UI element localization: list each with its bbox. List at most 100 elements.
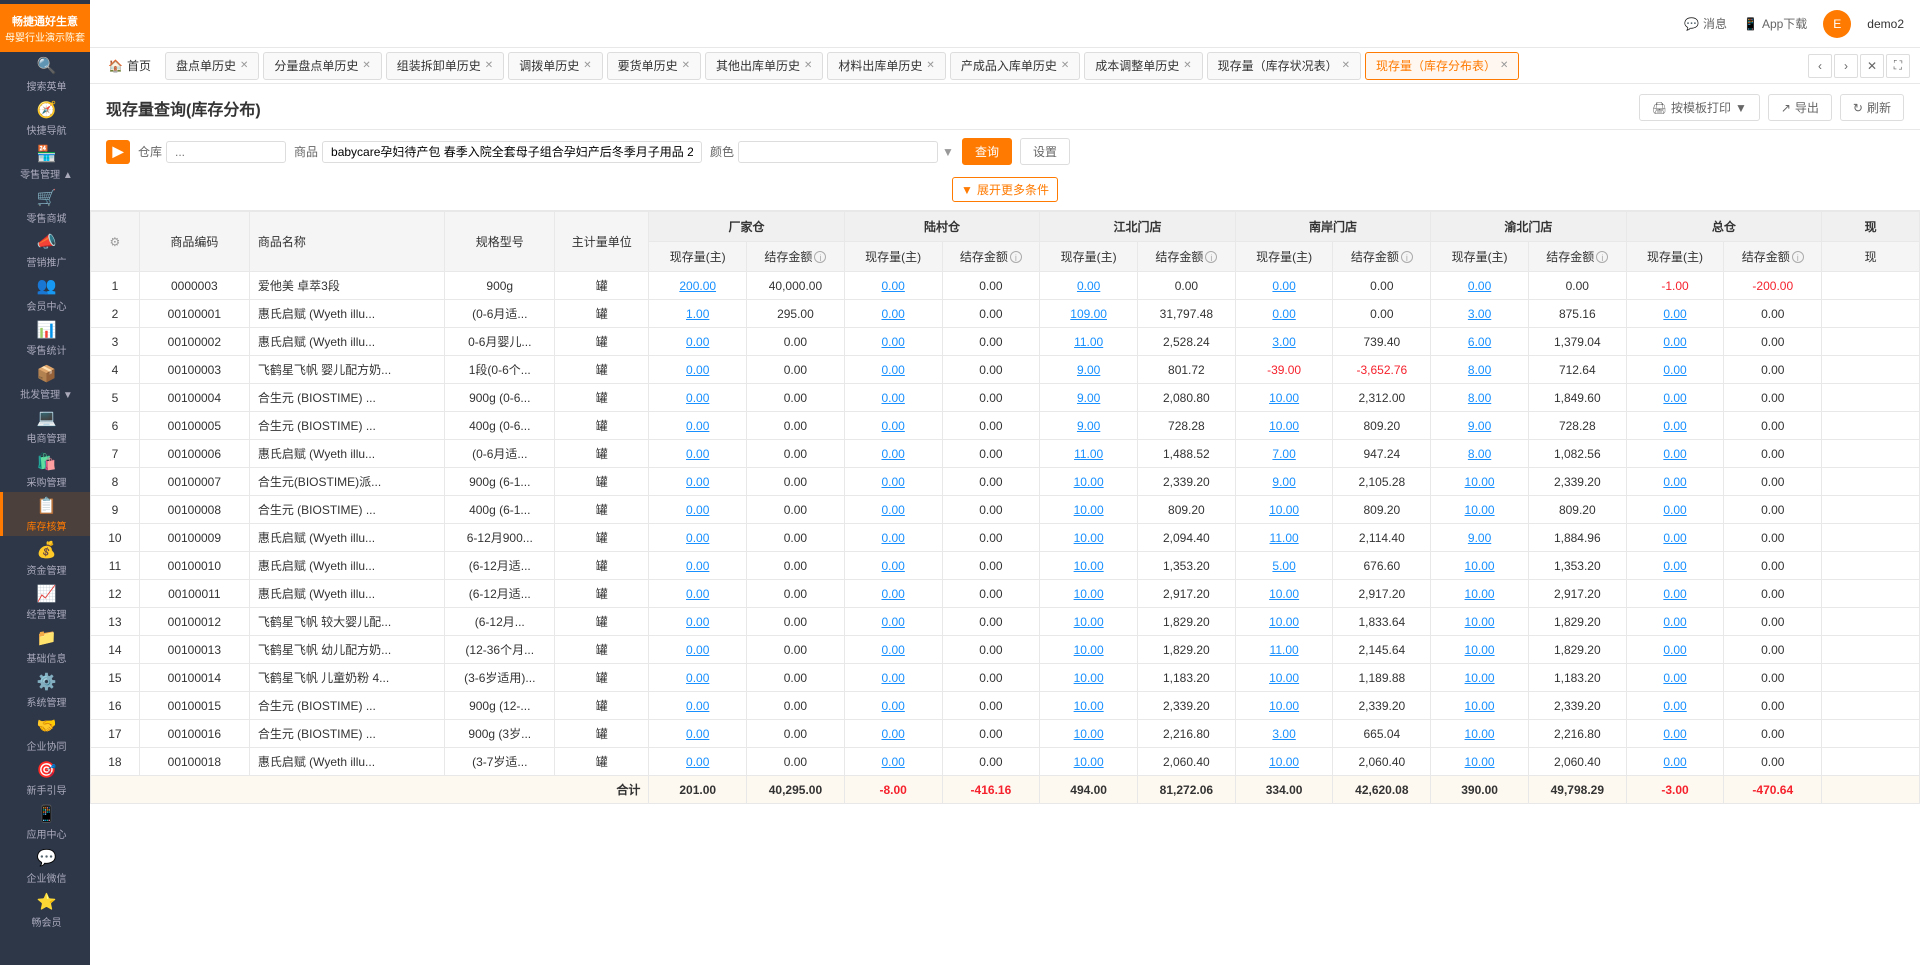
cell-factory-qty[interactable]: 0.00: [649, 636, 747, 664]
cell-factory-qty[interactable]: 0.00: [649, 468, 747, 496]
sidebar-item-wholesale_mgmt[interactable]: 📦批发管理 ▼: [0, 360, 90, 404]
cell-yubei-qty[interactable]: 10.00: [1431, 692, 1529, 720]
cell-nanan-qty[interactable]: -39.00: [1235, 356, 1333, 384]
cell-nanan-qty[interactable]: 10.00: [1235, 664, 1333, 692]
nav-close-btn[interactable]: ✕: [1860, 54, 1884, 78]
tab-close[interactable]: ✕: [485, 60, 493, 71]
cell-nanan-qty[interactable]: 11.00: [1235, 524, 1333, 552]
tab-close[interactable]: ✕: [804, 60, 812, 71]
cell-total-qty[interactable]: -1.00: [1626, 272, 1724, 300]
print-btn[interactable]: 🖨 按模板打印 ▼: [1639, 94, 1760, 121]
cell-jiangbei-qty[interactable]: 10.00: [1040, 664, 1138, 692]
cell-lucun-qty[interactable]: 0.00: [844, 300, 942, 328]
message-btn[interactable]: 💬 消息: [1684, 15, 1727, 32]
cell-lucun-qty[interactable]: 0.00: [844, 524, 942, 552]
cell-jiangbei-qty[interactable]: 109.00: [1040, 300, 1138, 328]
cell-jiangbei-qty[interactable]: 10.00: [1040, 580, 1138, 608]
sidebar-item-members[interactable]: ⭐畅会员: [0, 888, 90, 932]
cell-factory-qty[interactable]: 0.00: [649, 692, 747, 720]
tab-requisition[interactable]: 要货单历史✕: [607, 52, 701, 80]
sidebar-item-member[interactable]: 👥会员中心: [0, 272, 90, 316]
cell-yubei-qty[interactable]: 6.00: [1431, 328, 1529, 356]
sidebar-item-retail_stats[interactable]: 📊零售统计: [0, 316, 90, 360]
cell-nanan-qty[interactable]: 3.00: [1235, 720, 1333, 748]
cell-total-qty[interactable]: 0.00: [1626, 552, 1724, 580]
cell-factory-qty[interactable]: 0.00: [649, 608, 747, 636]
cell-factory-qty[interactable]: 0.00: [649, 748, 747, 776]
cell-jiangbei-qty[interactable]: 9.00: [1040, 384, 1138, 412]
tab-close[interactable]: ✕: [240, 60, 248, 71]
nav-next-btn[interactable]: ›: [1834, 54, 1858, 78]
cell-yubei-qty[interactable]: 10.00: [1431, 636, 1529, 664]
cell-lucun-qty[interactable]: 0.00: [844, 356, 942, 384]
cell-yubei-qty[interactable]: 10.00: [1431, 468, 1529, 496]
cell-yubei-qty[interactable]: 10.00: [1431, 552, 1529, 580]
cell-jiangbei-qty[interactable]: 10.00: [1040, 692, 1138, 720]
cell-total-qty[interactable]: 0.00: [1626, 412, 1724, 440]
cell-nanan-qty[interactable]: 5.00: [1235, 552, 1333, 580]
cell-jiangbei-qty[interactable]: 10.00: [1040, 552, 1138, 580]
cell-yubei-qty[interactable]: 8.00: [1431, 356, 1529, 384]
cell-total-qty[interactable]: 0.00: [1626, 608, 1724, 636]
cell-total-qty[interactable]: 0.00: [1626, 580, 1724, 608]
cell-total-qty[interactable]: 0.00: [1626, 384, 1724, 412]
cell-yubei-qty[interactable]: 8.00: [1431, 384, 1529, 412]
cell-nanan-qty[interactable]: 11.00: [1235, 636, 1333, 664]
cell-factory-qty[interactable]: 0.00: [649, 664, 747, 692]
cell-lucun-qty[interactable]: 0.00: [844, 440, 942, 468]
tab-close[interactable]: ✕: [1061, 60, 1069, 71]
cell-jiangbei-qty[interactable]: 9.00: [1040, 412, 1138, 440]
cell-lucun-qty[interactable]: 0.00: [844, 748, 942, 776]
color-dropdown-icon[interactable]: ▼: [942, 145, 954, 159]
color-input[interactable]: [738, 141, 938, 163]
tab-inventory_single[interactable]: 盘点单历史✕: [165, 52, 259, 80]
tab-home[interactable]: 🏠首页: [98, 52, 161, 80]
cell-yubei-qty[interactable]: 10.00: [1431, 496, 1529, 524]
cell-jiangbei-qty[interactable]: 9.00: [1040, 356, 1138, 384]
tab-inventory_dist[interactable]: 现存量（库存分布表）✕: [1365, 52, 1519, 80]
cell-nanan-qty[interactable]: 10.00: [1235, 412, 1333, 440]
tab-other_out[interactable]: 其他出库单历史✕: [705, 52, 823, 80]
cell-factory-qty[interactable]: 1.00: [649, 300, 747, 328]
refresh-btn[interactable]: ↻ 刷新: [1840, 94, 1904, 121]
tab-close[interactable]: ✕: [583, 60, 591, 71]
tab-close[interactable]: ✕: [1183, 60, 1191, 71]
cell-yubei-qty[interactable]: 10.00: [1431, 748, 1529, 776]
cell-factory-qty[interactable]: 0.00: [649, 552, 747, 580]
cell-total-qty[interactable]: 0.00: [1626, 440, 1724, 468]
cell-nanan-qty[interactable]: 9.00: [1235, 468, 1333, 496]
tab-transfer[interactable]: 调拨单历史✕: [508, 52, 602, 80]
sidebar-item-marketing[interactable]: 📣营销推广: [0, 228, 90, 272]
cell-yubei-qty[interactable]: 10.00: [1431, 608, 1529, 636]
cell-lucun-qty[interactable]: 0.00: [844, 608, 942, 636]
cell-factory-qty[interactable]: 0.00: [649, 328, 747, 356]
expand-conditions-btn[interactable]: ▼ 展开更多条件: [952, 177, 1058, 202]
sidebar-item-finance[interactable]: 💰资金管理: [0, 536, 90, 580]
cell-lucun-qty[interactable]: 0.00: [844, 468, 942, 496]
cell-factory-qty[interactable]: 0.00: [649, 720, 747, 748]
cell-yubei-qty[interactable]: 10.00: [1431, 664, 1529, 692]
cell-total-qty[interactable]: 0.00: [1626, 692, 1724, 720]
sidebar-item-ops[interactable]: 📈经营管理: [0, 580, 90, 624]
cell-jiangbei-qty[interactable]: 10.00: [1040, 748, 1138, 776]
nav-expand-btn[interactable]: ⛶: [1886, 54, 1910, 78]
col-settings[interactable]: ⚙: [91, 212, 140, 272]
cell-nanan-qty[interactable]: 0.00: [1235, 272, 1333, 300]
filter-toggle-btn[interactable]: ▶: [106, 140, 130, 164]
cell-lucun-qty[interactable]: 0.00: [844, 664, 942, 692]
cell-total-qty[interactable]: 0.00: [1626, 356, 1724, 384]
cell-nanan-qty[interactable]: 10.00: [1235, 496, 1333, 524]
cell-total-qty[interactable]: 0.00: [1626, 720, 1724, 748]
tab-inventory_status[interactable]: 现存量（库存状况表）✕: [1207, 52, 1361, 80]
sidebar-item-base[interactable]: 📁基础信息: [0, 624, 90, 668]
cell-nanan-qty[interactable]: 10.00: [1235, 748, 1333, 776]
cell-nanan-qty[interactable]: 7.00: [1235, 440, 1333, 468]
cell-total-qty[interactable]: 0.00: [1626, 524, 1724, 552]
cell-jiangbei-qty[interactable]: 10.00: [1040, 636, 1138, 664]
cell-jiangbei-qty[interactable]: 11.00: [1040, 328, 1138, 356]
tab-close[interactable]: ✕: [926, 60, 934, 71]
cell-jiangbei-qty[interactable]: 10.00: [1040, 496, 1138, 524]
cell-yubei-qty[interactable]: 10.00: [1431, 720, 1529, 748]
cell-total-qty[interactable]: 0.00: [1626, 300, 1724, 328]
cell-yubei-qty[interactable]: 8.00: [1431, 440, 1529, 468]
